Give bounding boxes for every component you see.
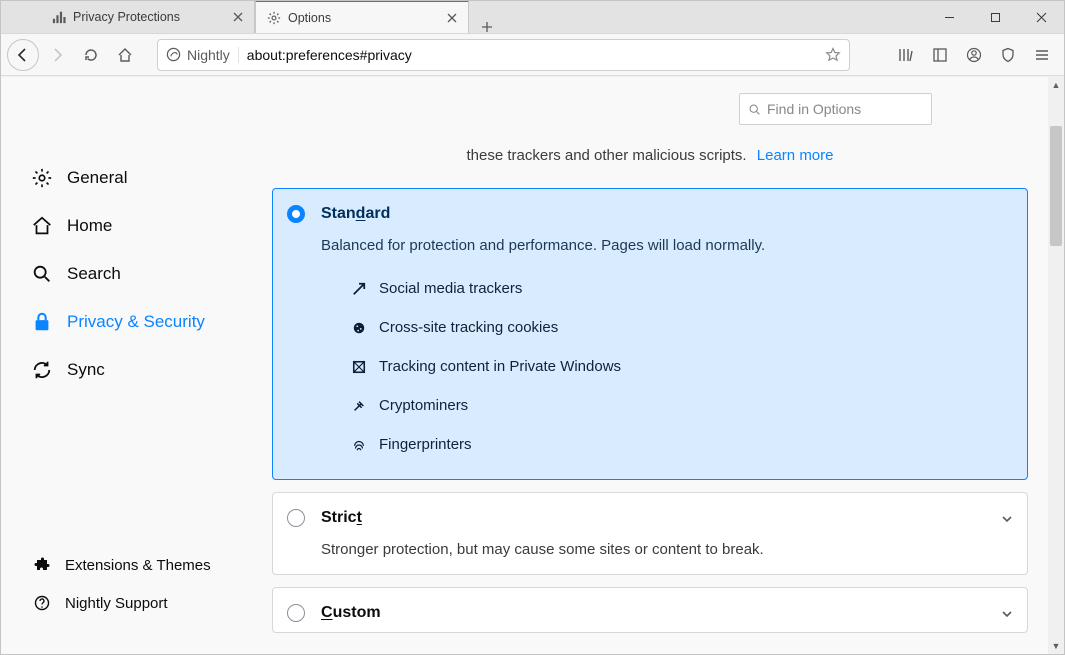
identity-label: Nightly <box>187 47 230 63</box>
tab-privacy-protections[interactable]: Privacy Protections <box>41 0 255 33</box>
scroll-up-arrow[interactable]: ▲ <box>1048 77 1064 93</box>
protection-item: Tracking content in Private Windows <box>351 358 1007 375</box>
library-button[interactable] <box>890 39 922 71</box>
scroll-thumb[interactable] <box>1050 126 1062 246</box>
protection-item-label: Cross-site tracking cookies <box>379 319 558 336</box>
bottom-nav: Extensions & Themes Nightly Support <box>33 546 211 622</box>
protection-item-label: Social media trackers <box>379 280 522 297</box>
chevron-down-icon[interactable] <box>1001 513 1013 525</box>
home-button[interactable] <box>109 39 141 71</box>
account-button[interactable] <box>958 39 990 71</box>
radio-standard[interactable] <box>287 205 305 223</box>
window-controls <box>926 1 1064 33</box>
close-button[interactable] <box>1018 1 1064 33</box>
tab-label: Privacy Protections <box>73 10 226 24</box>
protection-item-label: Tracking content in Private Windows <box>379 358 621 375</box>
sidebar-item-label: Sync <box>67 360 105 380</box>
sidebar-item-search[interactable]: Search <box>31 250 231 298</box>
sidebar-item-privacy[interactable]: Privacy & Security <box>31 298 231 346</box>
forward-button[interactable] <box>41 39 73 71</box>
protection-item: Cross-site tracking cookies <box>351 319 1007 336</box>
protection-items: Social media trackers Cross-site trackin… <box>351 280 1007 453</box>
tabstrip: Privacy Protections Options <box>41 1 505 33</box>
search-icon <box>31 263 53 285</box>
bottom-nav-label: Extensions & Themes <box>65 557 211 574</box>
main-panel: these trackers and other malicious scrip… <box>272 77 1028 654</box>
window: Privacy Protections Options <box>0 0 1065 655</box>
support-link[interactable]: Nightly Support <box>33 584 211 622</box>
identity-box[interactable]: Nightly <box>166 47 239 63</box>
hamburger-menu-button[interactable] <box>1026 39 1058 71</box>
firefox-icon <box>166 47 181 62</box>
card-title: Strict <box>321 509 1007 527</box>
sidebar-item-label: General <box>67 168 127 188</box>
cookie-icon <box>351 320 367 336</box>
scroll-down-arrow[interactable]: ▼ <box>1048 638 1064 654</box>
close-icon[interactable] <box>444 10 460 26</box>
reload-button[interactable] <box>75 39 107 71</box>
cryptominer-icon <box>351 398 367 414</box>
sidebar-item-label: Search <box>67 264 121 284</box>
card-description: Stronger protection, but may cause some … <box>321 541 1007 558</box>
extensions-link[interactable]: Extensions & Themes <box>33 546 211 584</box>
navbar: Nightly about:preferences#privacy <box>1 34 1064 76</box>
card-title: Standard <box>321 205 1007 223</box>
new-tab-button[interactable] <box>469 21 505 33</box>
dashboard-icon <box>51 9 67 25</box>
tracking-content-icon <box>351 359 367 375</box>
card-title: Custom <box>321 604 1007 622</box>
protection-shield-button[interactable] <box>992 39 1024 71</box>
tab-label: Options <box>288 11 440 25</box>
help-icon <box>33 594 51 612</box>
protection-standard-card[interactable]: Standard Balanced for protection and per… <box>272 188 1028 480</box>
home-icon <box>31 215 53 237</box>
close-icon[interactable] <box>230 9 246 25</box>
sidebar-button[interactable] <box>924 39 956 71</box>
chevron-down-icon[interactable] <box>1001 608 1013 620</box>
sync-icon <box>31 359 53 381</box>
category-sidebar: General Home Search Privacy & Security <box>31 154 231 394</box>
sidebar-item-home[interactable]: Home <box>31 202 231 250</box>
minimize-button[interactable] <box>926 1 972 33</box>
back-button[interactable] <box>7 39 39 71</box>
gear-icon <box>31 167 53 189</box>
sidebar-item-general[interactable]: General <box>31 154 231 202</box>
protection-item-label: Cryptominers <box>379 397 468 414</box>
tab-options[interactable]: Options <box>255 0 469 33</box>
radio-custom[interactable] <box>287 604 305 622</box>
sidebar-item-sync[interactable]: Sync <box>31 346 231 394</box>
lock-icon <box>31 311 53 333</box>
sidebar-item-label: Privacy & Security <box>67 312 205 332</box>
sidebar-item-label: Home <box>67 216 112 236</box>
titlebar: Privacy Protections Options <box>1 1 1064 34</box>
bottom-nav-label: Nightly Support <box>65 595 168 612</box>
bookmark-star-icon[interactable] <box>825 47 841 63</box>
intro-line: these trackers and other malicious scrip… <box>466 147 746 164</box>
card-description: Balanced for protection and performance.… <box>321 237 1007 254</box>
puzzle-icon <box>33 556 51 574</box>
learn-more-link[interactable]: Learn more <box>757 147 834 164</box>
protection-item: Cryptominers <box>351 397 1007 414</box>
gear-icon <box>266 10 282 26</box>
maximize-button[interactable] <box>972 1 1018 33</box>
protection-custom-card[interactable]: Custom <box>272 587 1028 633</box>
radio-strict[interactable] <box>287 509 305 527</box>
fingerprint-icon <box>351 437 367 453</box>
url-bar[interactable]: Nightly about:preferences#privacy <box>157 39 850 71</box>
intro-text: these trackers and other malicious scrip… <box>272 147 1028 164</box>
protection-strict-card[interactable]: Strict Stronger protection, but may caus… <box>272 492 1028 575</box>
protection-item-label: Fingerprinters <box>379 436 472 453</box>
protection-item: Social media trackers <box>351 280 1007 297</box>
protection-item: Fingerprinters <box>351 436 1007 453</box>
vertical-scrollbar[interactable]: ▲ ▼ <box>1048 77 1064 654</box>
url-text: about:preferences#privacy <box>247 47 412 63</box>
preferences-content: Find in Options General Home Search <box>1 77 1048 654</box>
social-trackers-icon <box>351 281 367 297</box>
